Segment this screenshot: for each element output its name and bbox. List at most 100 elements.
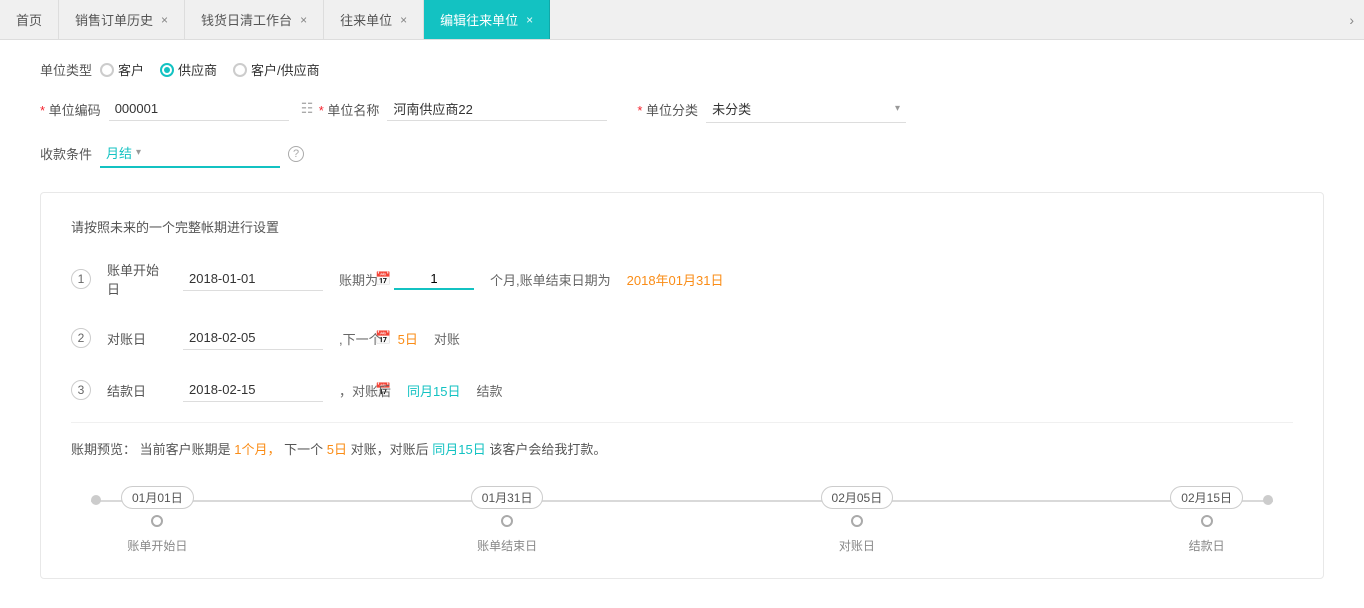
timeline-badge-0: 01月01日	[121, 486, 194, 509]
date-input-1: 📅	[183, 267, 323, 291]
unit-type-row: 单位类型 客户 供应商 客户/供应商	[40, 60, 1324, 79]
timeline-dot-2	[851, 515, 863, 527]
radio-supplier-circle	[160, 63, 174, 77]
period-day-highlight-3: 同月15日	[407, 381, 460, 400]
tab-cash-work-label: 钱货日清工作台	[201, 10, 292, 29]
radio-customer-label: 客户	[118, 60, 144, 79]
tab-home-label: 首页	[16, 10, 42, 29]
payment-label: 收款条件	[40, 144, 92, 163]
unit-code-input[interactable]	[109, 97, 297, 120]
payment-value: 月结	[106, 143, 132, 162]
timeline-label-0: 账单开始日	[127, 537, 187, 554]
tab-cash-work-close[interactable]: ×	[300, 13, 307, 27]
unit-category-label: 单位分类	[637, 100, 698, 119]
period-row-1: 1 账单开始日 📅 账期为 个月,账单结束日期为 2018年01月31日	[71, 260, 1293, 298]
unit-name-field: 单位名称	[319, 97, 608, 121]
timeline-node-1: 01月31日 账单结束日	[471, 486, 544, 554]
timeline-start-dot	[91, 495, 101, 505]
period-num-3: 3	[71, 380, 91, 400]
unit-info-row: 单位编码 ☷ 单位名称 单位分类 未分类 ▾	[40, 95, 1324, 123]
payment-row: 收款条件 月结 ▾ ?	[40, 139, 1324, 168]
radio-customer-circle	[100, 63, 114, 77]
period-card: 请按照未来的一个完整帐期进行设置 1 账单开始日 📅 账期为 个月,账单结束日期…	[40, 192, 1324, 579]
timeline-node-3: 02月15日 结款日	[1170, 486, 1243, 554]
timeline-node-2: 02月05日 对账日	[821, 486, 894, 554]
unit-category-select[interactable]: 未分类 ▾	[706, 95, 906, 123]
period-desc-3-prefix: ，对账后	[339, 381, 391, 400]
timeline-dot-0	[151, 515, 163, 527]
tab-sales-history-label: 销售订单历史	[75, 10, 153, 29]
main-content: 单位类型 客户 供应商 客户/供应商 单位编码	[0, 40, 1364, 608]
unit-category-field: 单位分类 未分类 ▾	[637, 95, 906, 123]
tab-edit-partner-label: 编辑往来单位	[440, 10, 518, 29]
preview-text-3: 对账，对账后	[351, 442, 429, 457]
radio-supplier[interactable]: 供应商	[160, 60, 217, 79]
radio-both[interactable]: 客户/供应商	[233, 60, 320, 79]
tab-edit-partner[interactable]: 编辑往来单位 ×	[424, 0, 550, 39]
period-num-2: 2	[71, 328, 91, 348]
preview-section: 账期预览： 当前客户账期是 1个月， 下一个 5日 对账，对账后 同月15日 该…	[71, 422, 1293, 458]
timeline-nodes: 01月01日 账单开始日 01月31日 账单结束日 02月05日 对账日 02月…	[91, 486, 1273, 554]
timeline-badge-3: 02月15日	[1170, 486, 1243, 509]
unit-type-radio-group: 客户 供应商 客户/供应商	[100, 60, 320, 79]
timeline-dot-1	[501, 515, 513, 527]
preview-text-4: 该客户会给我打款。	[489, 442, 606, 457]
months-input[interactable]	[394, 269, 474, 290]
period-desc-3-suffix: 结款	[476, 381, 502, 400]
period-label-1: 账单开始日	[107, 260, 167, 298]
timeline-node-0: 01月01日 账单开始日	[121, 486, 194, 554]
tab-sales-history-close[interactable]: ×	[161, 13, 168, 27]
unit-code-input-wrap: ☷	[109, 97, 289, 121]
tab-edit-partner-close[interactable]: ×	[526, 13, 533, 27]
tab-home[interactable]: 首页	[0, 0, 59, 39]
date-input-3: 📅	[183, 378, 323, 402]
payment-select[interactable]: 月结 ▾	[100, 139, 280, 168]
period-desc-2-prefix: ,下一个	[339, 329, 382, 348]
unit-name-input[interactable]	[387, 97, 607, 121]
preview-highlight-3: 同月15日	[432, 442, 485, 457]
radio-supplier-label: 供应商	[178, 60, 217, 79]
date-input-2: 📅	[183, 326, 323, 350]
payment-chevron-icon: ▾	[136, 147, 141, 158]
period-row-2: 2 对账日 📅 ,下一个 5日 对账	[71, 326, 1293, 350]
copy-icon[interactable]: ☷	[297, 100, 318, 117]
timeline-label-2: 对账日	[839, 537, 875, 554]
payment-field: 收款条件 月结 ▾ ?	[40, 139, 304, 168]
tab-partner-close[interactable]: ×	[400, 13, 407, 27]
period-day-highlight-2: 5日	[398, 329, 418, 348]
timeline-end-dot	[1263, 495, 1273, 505]
tab-partner-label: 往来单位	[340, 10, 392, 29]
period-label-3: 结款日	[107, 381, 167, 400]
period-row-3: 3 结款日 📅 ，对账后 同月15日 结款	[71, 378, 1293, 402]
preview-highlight-2: 5日	[327, 442, 347, 457]
radio-both-circle	[233, 63, 247, 77]
unit-type-label: 单位类型	[40, 60, 92, 79]
chevron-down-icon: ▾	[895, 103, 900, 114]
timeline-label-3: 结款日	[1189, 537, 1225, 554]
tab-bar: 首页 销售订单历史 × 钱货日清工作台 × 往来单位 × 编辑往来单位 × ›	[0, 0, 1364, 40]
period-card-title: 请按照未来的一个完整帐期进行设置	[71, 217, 1293, 236]
unit-code-label: 单位编码	[40, 100, 101, 119]
help-icon[interactable]: ?	[288, 146, 304, 162]
timeline: 01月01日 账单开始日 01月31日 账单结束日 02月05日 对账日 02月…	[71, 486, 1293, 554]
radio-both-label: 客户/供应商	[251, 60, 320, 79]
radio-customer[interactable]: 客户	[100, 60, 144, 79]
unit-category-value: 未分类	[712, 99, 891, 118]
preview-highlight-1: 1个月，	[234, 442, 280, 457]
tab-more-button[interactable]: ›	[1339, 0, 1364, 39]
period-label-2: 对账日	[107, 329, 167, 348]
timeline-dot-3	[1201, 515, 1213, 527]
period-end-date-highlight: 2018年01月31日	[627, 270, 724, 289]
period-num-1: 1	[71, 269, 91, 289]
tab-cash-work[interactable]: 钱货日清工作台 ×	[185, 0, 324, 39]
unit-type-field: 单位类型 客户 供应商 客户/供应商	[40, 60, 320, 79]
unit-code-field: 单位编码 ☷	[40, 97, 289, 121]
timeline-label-1: 账单结束日	[477, 537, 537, 554]
timeline-badge-1: 01月31日	[471, 486, 544, 509]
unit-name-label: 单位名称	[319, 100, 380, 119]
tab-partner[interactable]: 往来单位 ×	[324, 0, 424, 39]
period-desc-1-after: 个月,账单结束日期为	[490, 270, 611, 289]
preview-label: 账期预览：	[71, 442, 136, 457]
tab-sales-history[interactable]: 销售订单历史 ×	[59, 0, 185, 39]
preview-text-2: 下一个	[284, 442, 323, 457]
